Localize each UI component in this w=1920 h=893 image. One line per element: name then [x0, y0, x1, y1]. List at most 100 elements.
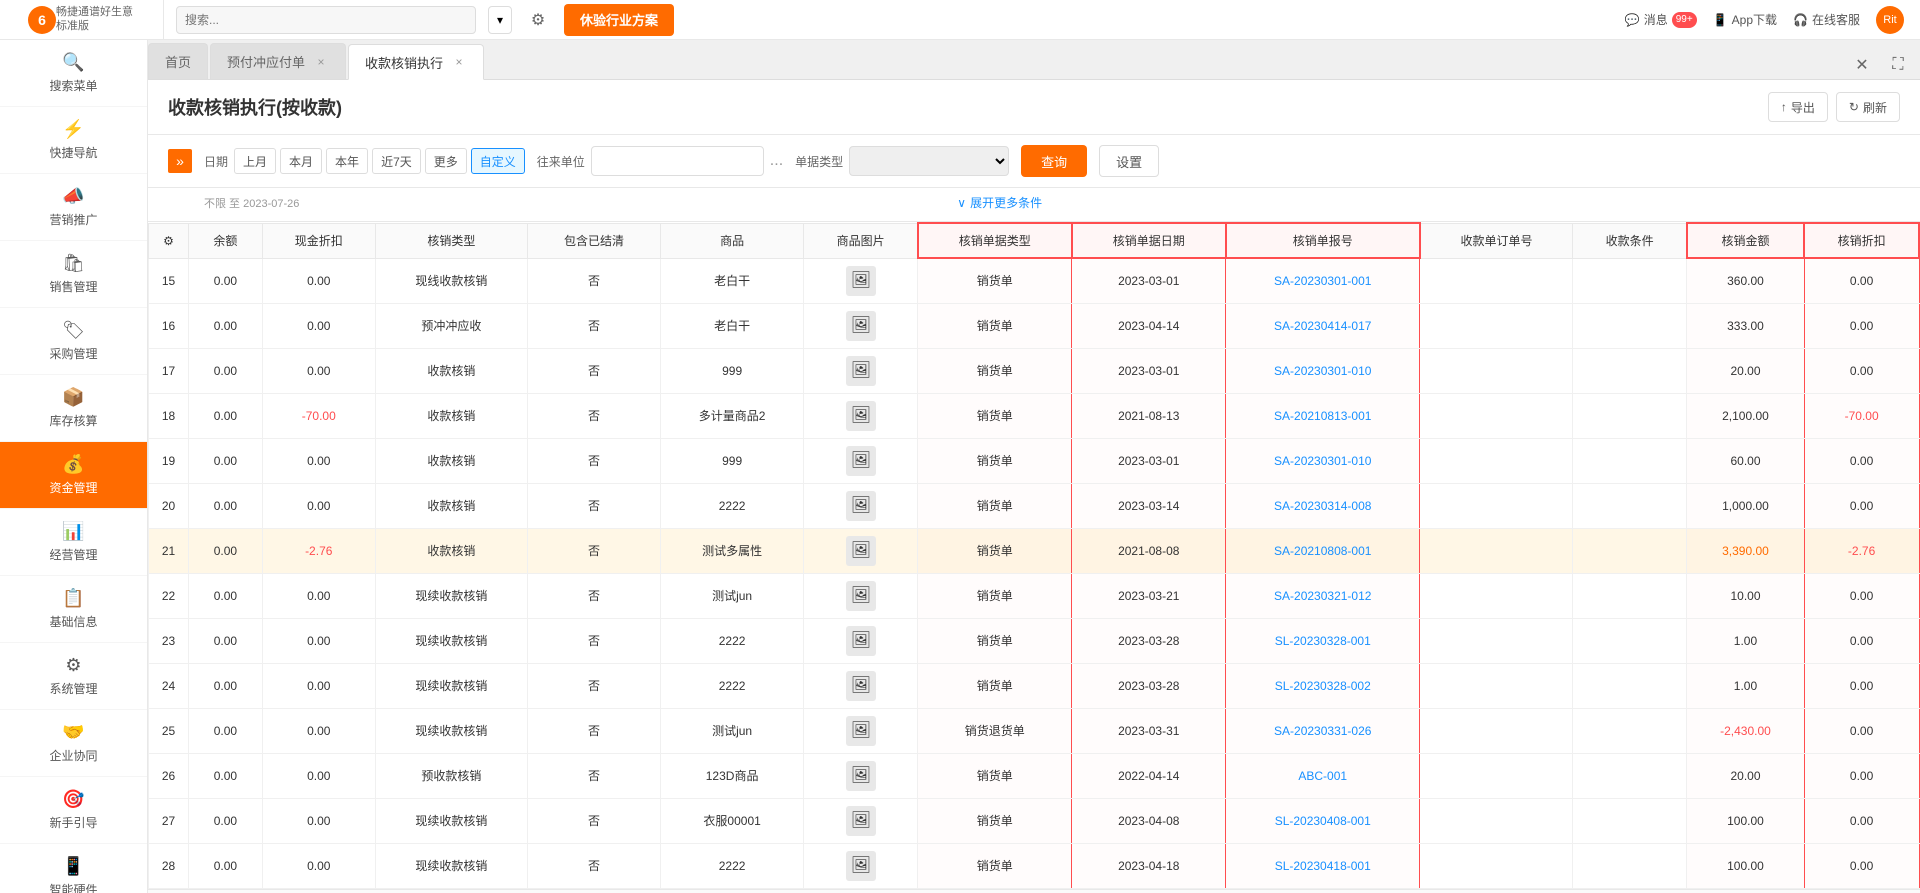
message-label: 消息: [1644, 11, 1668, 28]
tab-home[interactable]: 首页: [148, 43, 208, 79]
writeoff-discount-cell: -2.76: [1804, 528, 1919, 573]
balance-cell: 0.00: [189, 708, 263, 753]
date-7days[interactable]: 近7天: [372, 148, 421, 174]
table-row: 240.000.00现续收款核销否2222🖼销货单2023-03-28SL-20…: [149, 663, 1920, 708]
include-settled-cell: 否: [528, 483, 661, 528]
seq-cell: 23: [149, 618, 189, 663]
refresh-btn[interactable]: ↻ 刷新: [1836, 92, 1900, 122]
doc-bill-no-link[interactable]: SA-20230301-010: [1274, 454, 1371, 468]
writeoff-amount-cell: 1.00: [1687, 618, 1804, 663]
query-btn[interactable]: 查询: [1021, 145, 1087, 177]
doc-bill-no-link[interactable]: SA-20210808-001: [1274, 544, 1371, 558]
date-range-text: 不限 至 2023-07-26: [204, 195, 299, 211]
app-download-btn[interactable]: 📱 App下载: [1713, 11, 1777, 28]
col-settings[interactable]: ⚙: [149, 223, 189, 258]
sidebar-item-marketing[interactable]: 📣 营销推广: [0, 174, 147, 241]
logo-text: 畅捷通谱好生意 标准版: [56, 6, 133, 32]
close-all-btn[interactable]: ✕: [1848, 51, 1876, 79]
source-input[interactable]: [591, 146, 764, 176]
receipt-order-no-cell: [1420, 393, 1573, 438]
writeoff-amount-cell: 1,000.00: [1687, 483, 1804, 528]
sidebar-item-search[interactable]: 🔍 搜索菜单: [0, 40, 147, 107]
sidebar-item-purchase[interactable]: 🏷 采购管理: [0, 308, 147, 375]
date-this-month[interactable]: 本月: [280, 148, 322, 174]
goods-cell: 老白干: [660, 258, 804, 303]
date-last-month[interactable]: 上月: [234, 148, 276, 174]
doc-bill-type-cell: 销货退货单: [918, 708, 1072, 753]
writeoff-discount-cell: 0.00: [1804, 303, 1919, 348]
doc-bill-no-link[interactable]: ABC-001: [1298, 769, 1347, 783]
doc-bill-no-link[interactable]: SA-20230331-026: [1274, 724, 1371, 738]
goods-img-cell: 🖼: [804, 618, 918, 663]
sidebar-item-nav[interactable]: ⚡ 快捷导航: [0, 107, 147, 174]
date-custom[interactable]: 自定义: [471, 148, 525, 174]
date-more[interactable]: 更多: [425, 148, 467, 174]
filter-settings-btn[interactable]: 设置: [1099, 145, 1159, 177]
doc-bill-type-cell: 销货单: [918, 528, 1072, 573]
sidebar-item-finance[interactable]: 💰 资金管理: [0, 442, 147, 509]
tab-prepay-label: 预付冲应付单: [227, 52, 305, 71]
seq-cell: 28: [149, 843, 189, 888]
messages-btn[interactable]: 💬 消息 99+: [1625, 11, 1697, 28]
sidebar-item-inventory[interactable]: 📦 库存核算: [0, 375, 147, 442]
sidebar-item-biz[interactable]: 📊 经营管理: [0, 509, 147, 576]
doc-bill-no-link[interactable]: SL-20230418-001: [1275, 859, 1371, 873]
sidebar-item-system[interactable]: ⚙ 系统管理: [0, 643, 147, 710]
source-label: 往来单位: [537, 153, 585, 170]
sidebar-item-base[interactable]: 📋 基础信息: [0, 576, 147, 643]
export-btn[interactable]: ↑ 导出: [1768, 92, 1828, 122]
doctype-select[interactable]: [849, 146, 1009, 176]
maximize-btn[interactable]: ⛶: [1884, 51, 1912, 79]
gear-icon[interactable]: ⚙: [524, 6, 552, 34]
writeoff-amount-cell: 20.00: [1687, 348, 1804, 393]
goods-img-cell: 🖼: [804, 258, 918, 303]
sidebar-item-company[interactable]: 🤝 企业协同: [0, 710, 147, 777]
doc-bill-no-link[interactable]: SL-20230328-002: [1275, 679, 1371, 693]
writeoff-discount-cell: 0.00: [1804, 573, 1919, 618]
sidebar-item-sales[interactable]: 🛍 销售管理: [0, 241, 147, 308]
col-goods-img: 商品图片: [804, 223, 918, 258]
table-row: 220.000.00现续收款核销否测试jun🖼销货单2023-03-21SA-2…: [149, 573, 1920, 618]
sidebar-item-guide[interactable]: 🎯 新手引导: [0, 777, 147, 844]
doc-bill-no-link[interactable]: SA-20230301-010: [1274, 364, 1371, 378]
include-settled-cell: 否: [528, 663, 661, 708]
tab-prepay[interactable]: 预付冲应付单 ×: [210, 43, 346, 79]
top-search-input[interactable]: [176, 6, 476, 34]
doc-bill-no-link[interactable]: SA-20210813-001: [1274, 409, 1371, 423]
seq-cell: 27: [149, 798, 189, 843]
solution-button[interactable]: 休验行业方案: [564, 4, 674, 36]
writeoff-discount-cell: -70.00: [1804, 393, 1919, 438]
col-receipt-order-no: 收款单订单号: [1420, 223, 1573, 258]
balance-cell: 0.00: [189, 753, 263, 798]
doc-bill-no-link[interactable]: SL-20230408-001: [1275, 814, 1371, 828]
date-this-year[interactable]: 本年: [326, 148, 368, 174]
writeoff-discount-cell: 0.00: [1804, 438, 1919, 483]
goods-img-cell: 🖼: [804, 708, 918, 753]
table-row: 270.000.00现续收款核销否衣服00001🖼销货单2023-04-08SL…: [149, 798, 1920, 843]
tab-writeoff[interactable]: 收款核销执行 ×: [348, 44, 484, 80]
goods-cell: 测试jun: [660, 573, 804, 618]
sidebar-item-device[interactable]: 📱 智能硬件: [0, 844, 147, 893]
top-dropdown-btn[interactable]: ▾: [488, 6, 512, 34]
doc-bill-no-link[interactable]: SA-20230414-017: [1274, 319, 1371, 333]
goods-img-cell: 🖼: [804, 798, 918, 843]
doc-bill-no-link[interactable]: SA-20230314-008: [1274, 499, 1371, 513]
doc-bill-no-link[interactable]: SA-20230321-012: [1274, 589, 1371, 603]
cash-discount-cell: 0.00: [262, 708, 375, 753]
doc-bill-no-link[interactable]: SL-20230328-001: [1275, 634, 1371, 648]
filter-expand-btn[interactable]: »: [168, 149, 192, 173]
avatar[interactable]: Rit: [1876, 6, 1904, 34]
doc-bill-no-link[interactable]: SA-20230301-001: [1274, 274, 1371, 288]
tab-prepay-close[interactable]: ×: [313, 54, 329, 70]
tab-writeoff-close[interactable]: ×: [451, 54, 467, 70]
sidebar-label-purchase: 采购管理: [49, 345, 97, 362]
goods-cell: 2222: [660, 483, 804, 528]
main-layout: 🔍 搜索菜单 ⚡ 快捷导航 📣 营销推广 🛍 销售管理 🏷 采购管理 📦 库存核…: [0, 40, 1920, 893]
doc-bill-type-cell: 销货单: [918, 393, 1072, 438]
expand-more-btn[interactable]: ∨ 展开更多条件: [957, 194, 1042, 211]
nav-icon: ⚡: [62, 119, 84, 140]
receipt-order-no-cell: [1420, 483, 1573, 528]
table-row: 190.000.00收款核销否999🖼销货单2023-03-01SA-20230…: [149, 438, 1920, 483]
cash-discount-cell: 0.00: [262, 438, 375, 483]
online-service-btn[interactable]: 🎧 在线客服: [1793, 11, 1860, 28]
